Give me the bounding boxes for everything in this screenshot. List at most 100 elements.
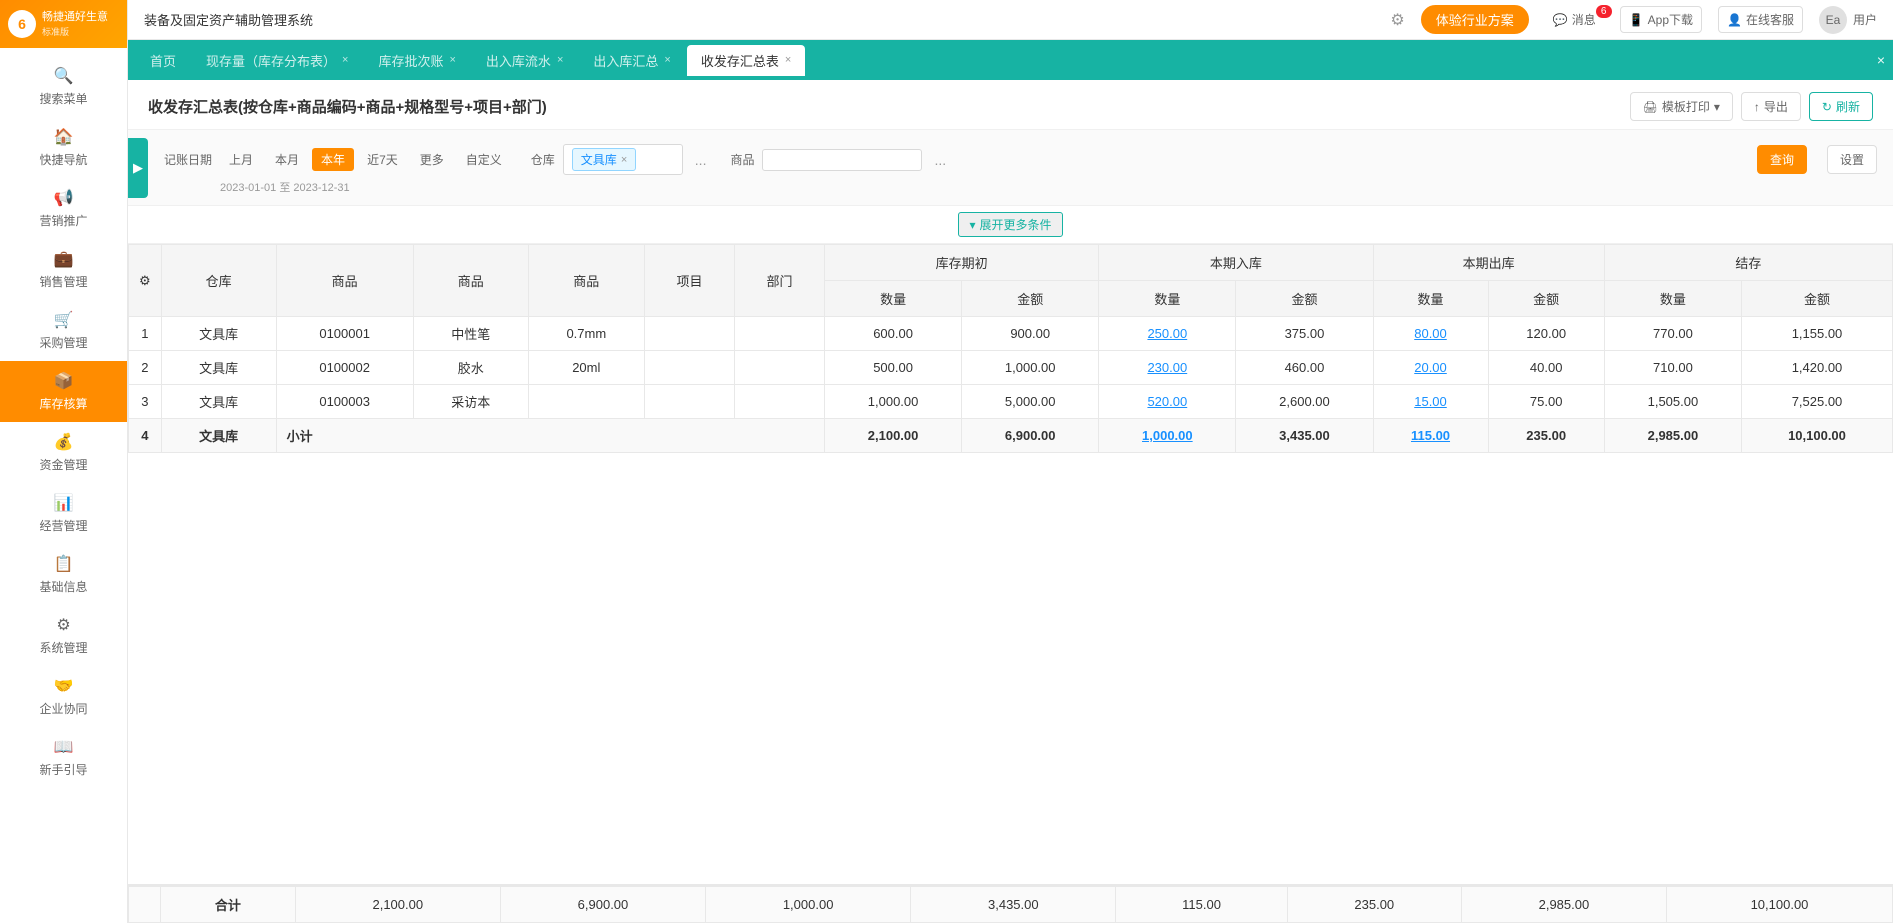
expand-icon: ▾ [969,218,975,232]
marketing-icon: 📢 [54,188,74,208]
tab-home[interactable]: 首页 [136,45,190,76]
sidebar-item-sales[interactable]: 💼 销售管理 [0,239,127,300]
warehouse-tag-close[interactable]: × [621,154,627,166]
table-row: 2 文具库 0100002 胶水 20ml 500.00 1,000.00 23… [129,351,1893,385]
logo-icon: 6 [8,10,36,38]
tab-batch-close[interactable]: × [449,55,455,66]
subtotal-in-qty[interactable]: 1,000.00 [1099,419,1236,453]
export-label: 导出 [1764,98,1788,115]
user-area[interactable]: Ea 用户 [1819,6,1877,34]
row2-out-qty[interactable]: 20.00 [1373,351,1488,385]
search-icon: 🔍 [54,66,74,86]
row2-out-qty-link[interactable]: 20.00 [1414,360,1447,375]
tab-inout-flow[interactable]: 出入库流水 × [472,45,577,76]
date-btn-7days[interactable]: 近7天 [358,148,407,171]
row3-name: 采访本 [413,385,528,419]
sidebar-item-operation[interactable]: 📊 经营管理 [0,483,127,544]
sidebar-item-marketing[interactable]: 📢 营销推广 [0,178,127,239]
goods-label: 商品 [730,151,754,168]
tab-receive-summary-close[interactable]: × [785,55,791,66]
sidebar-item-marketing-label: 营销推广 [39,212,87,229]
print-button[interactable]: 🖨 模板打印 ▾ [1630,92,1733,121]
th-in-qty: 数量 [1099,281,1236,317]
sidebar-item-purchase[interactable]: 🛒 采购管理 [0,300,127,361]
row3-out-qty-link[interactable]: 15.00 [1414,394,1447,409]
tab-batch[interactable]: 库存批次账 × [364,45,469,76]
notification-icon: 💬 [1553,13,1568,27]
refresh-button[interactable]: ↻ 刷新 [1809,92,1873,121]
row1-in-qty[interactable]: 250.00 [1099,317,1236,351]
tab-inout-summary[interactable]: 出入库汇总 × [579,45,684,76]
sidebar-item-search[interactable]: 🔍 搜索菜单 [0,56,127,117]
subtotal-label: 小计 [276,419,824,453]
data-table: ⚙ 仓库 商品 商品 商品 项目 部门 库存期初 本期入库 本期出库 结存 [128,244,1893,453]
row1-in-qty-link[interactable]: 250.00 [1147,326,1187,341]
tab-inout-summary-close[interactable]: × [664,55,670,66]
sidebar-item-enterprise[interactable]: 🤝 企业协同 [0,666,127,727]
warehouse-more-btn[interactable]: ... [691,152,711,168]
logo-text: 畅捷通好生意 [42,10,108,25]
sidebar-item-inventory[interactable]: 📦 库存核算 [0,361,127,422]
date-btn-this-month[interactable]: 本月 [266,148,308,171]
tab-inventory-dist-close[interactable]: × [342,55,348,66]
sidebar-item-finance[interactable]: 💰 资金管理 [0,422,127,483]
total-out-amt: 235.00 [1287,887,1461,923]
column-settings-icon[interactable]: ⚙ [139,273,151,288]
sidebar-item-home[interactable]: 🏠 快捷导航 [0,117,127,178]
row1-out-qty[interactable]: 80.00 [1373,317,1488,351]
th-name: 商品 [413,245,528,317]
online-support-label: 在线客服 [1746,11,1794,28]
sidebar-item-guide[interactable]: 📖 新手引导 [0,727,127,788]
sidebar-item-basic-label: 基础信息 [39,578,87,595]
th-out: 本期出库 [1373,245,1604,281]
goods-more-btn[interactable]: ... [930,152,950,168]
total-balance-qty: 2,985.00 [1461,887,1666,923]
tab-inout-flow-close[interactable]: × [557,55,563,66]
sidebar-item-purchase-label: 采购管理 [39,334,87,351]
row3-out-qty[interactable]: 15.00 [1373,385,1488,419]
date-btn-this-year[interactable]: 本年 [312,148,354,171]
total-label: 合计 [161,887,296,923]
row2-warehouse: 文具库 [161,351,276,385]
th-settings[interactable]: ⚙ [129,245,162,317]
query-button[interactable]: 查询 [1757,145,1807,174]
notification-area[interactable]: 💬 消息 6 [1545,11,1604,28]
query-label: 查询 [1770,151,1794,168]
subtotal-in-qty-link[interactable]: 1,000.00 [1142,428,1193,443]
subtotal-out-qty[interactable]: 115.00 [1373,419,1488,453]
subtotal-out-qty-link[interactable]: 115.00 [1411,428,1450,443]
date-btn-last-month[interactable]: 上月 [220,148,262,171]
tab-receive-summary[interactable]: 收发存汇总表 × [687,45,805,76]
sidebar-item-finance-label: 资金管理 [39,456,87,473]
app-download-button[interactable]: 📱 App下载 [1620,6,1702,33]
th-out-amt: 金额 [1488,281,1604,317]
row3-in-qty-link[interactable]: 520.00 [1147,394,1187,409]
sidebar-item-basic[interactable]: 📋 基础信息 [0,544,127,605]
date-btn-custom[interactable]: 自定义 [457,148,511,171]
download-icon: 📱 [1629,13,1644,27]
row2-in-qty-link[interactable]: 230.00 [1147,360,1187,375]
total-row: 合计 2,100.00 6,900.00 1,000.00 3,435.00 1… [129,887,1893,923]
expand-conditions-btn[interactable]: ▾ 展开更多条件 [958,212,1062,237]
tab-inventory-dist[interactable]: 现存量（库存分布表） × [192,45,362,76]
sidebar-item-system[interactable]: ⚙ 系统管理 [0,605,127,666]
subtotal-no: 4 [129,419,162,453]
row3-in-qty[interactable]: 520.00 [1099,385,1236,419]
goods-input-wrap[interactable] [762,149,922,171]
settings-icon[interactable]: ⚙ [1390,10,1404,30]
online-support-button[interactable]: 👤 在线客服 [1718,6,1803,33]
tab-bar-close[interactable]: × [1877,52,1885,68]
row1-balance-amt: 1,155.00 [1741,317,1892,351]
subtotal-balance-qty: 2,985.00 [1604,419,1741,453]
date-btn-more[interactable]: 更多 [411,148,453,171]
page-settings-button[interactable]: 设置 [1827,145,1877,174]
filter-collapse-btn[interactable]: ▶ [128,138,148,198]
export-button[interactable]: ↑ 导出 [1741,92,1801,121]
th-in-amt: 金额 [1236,281,1373,317]
experience-button[interactable]: 体验行业方案 [1421,5,1529,34]
page-settings-label: 设置 [1840,151,1864,168]
goods-input[interactable] [771,153,891,167]
refresh-label: 刷新 [1836,98,1860,115]
row1-out-qty-link[interactable]: 80.00 [1414,326,1447,341]
row2-in-qty[interactable]: 230.00 [1099,351,1236,385]
